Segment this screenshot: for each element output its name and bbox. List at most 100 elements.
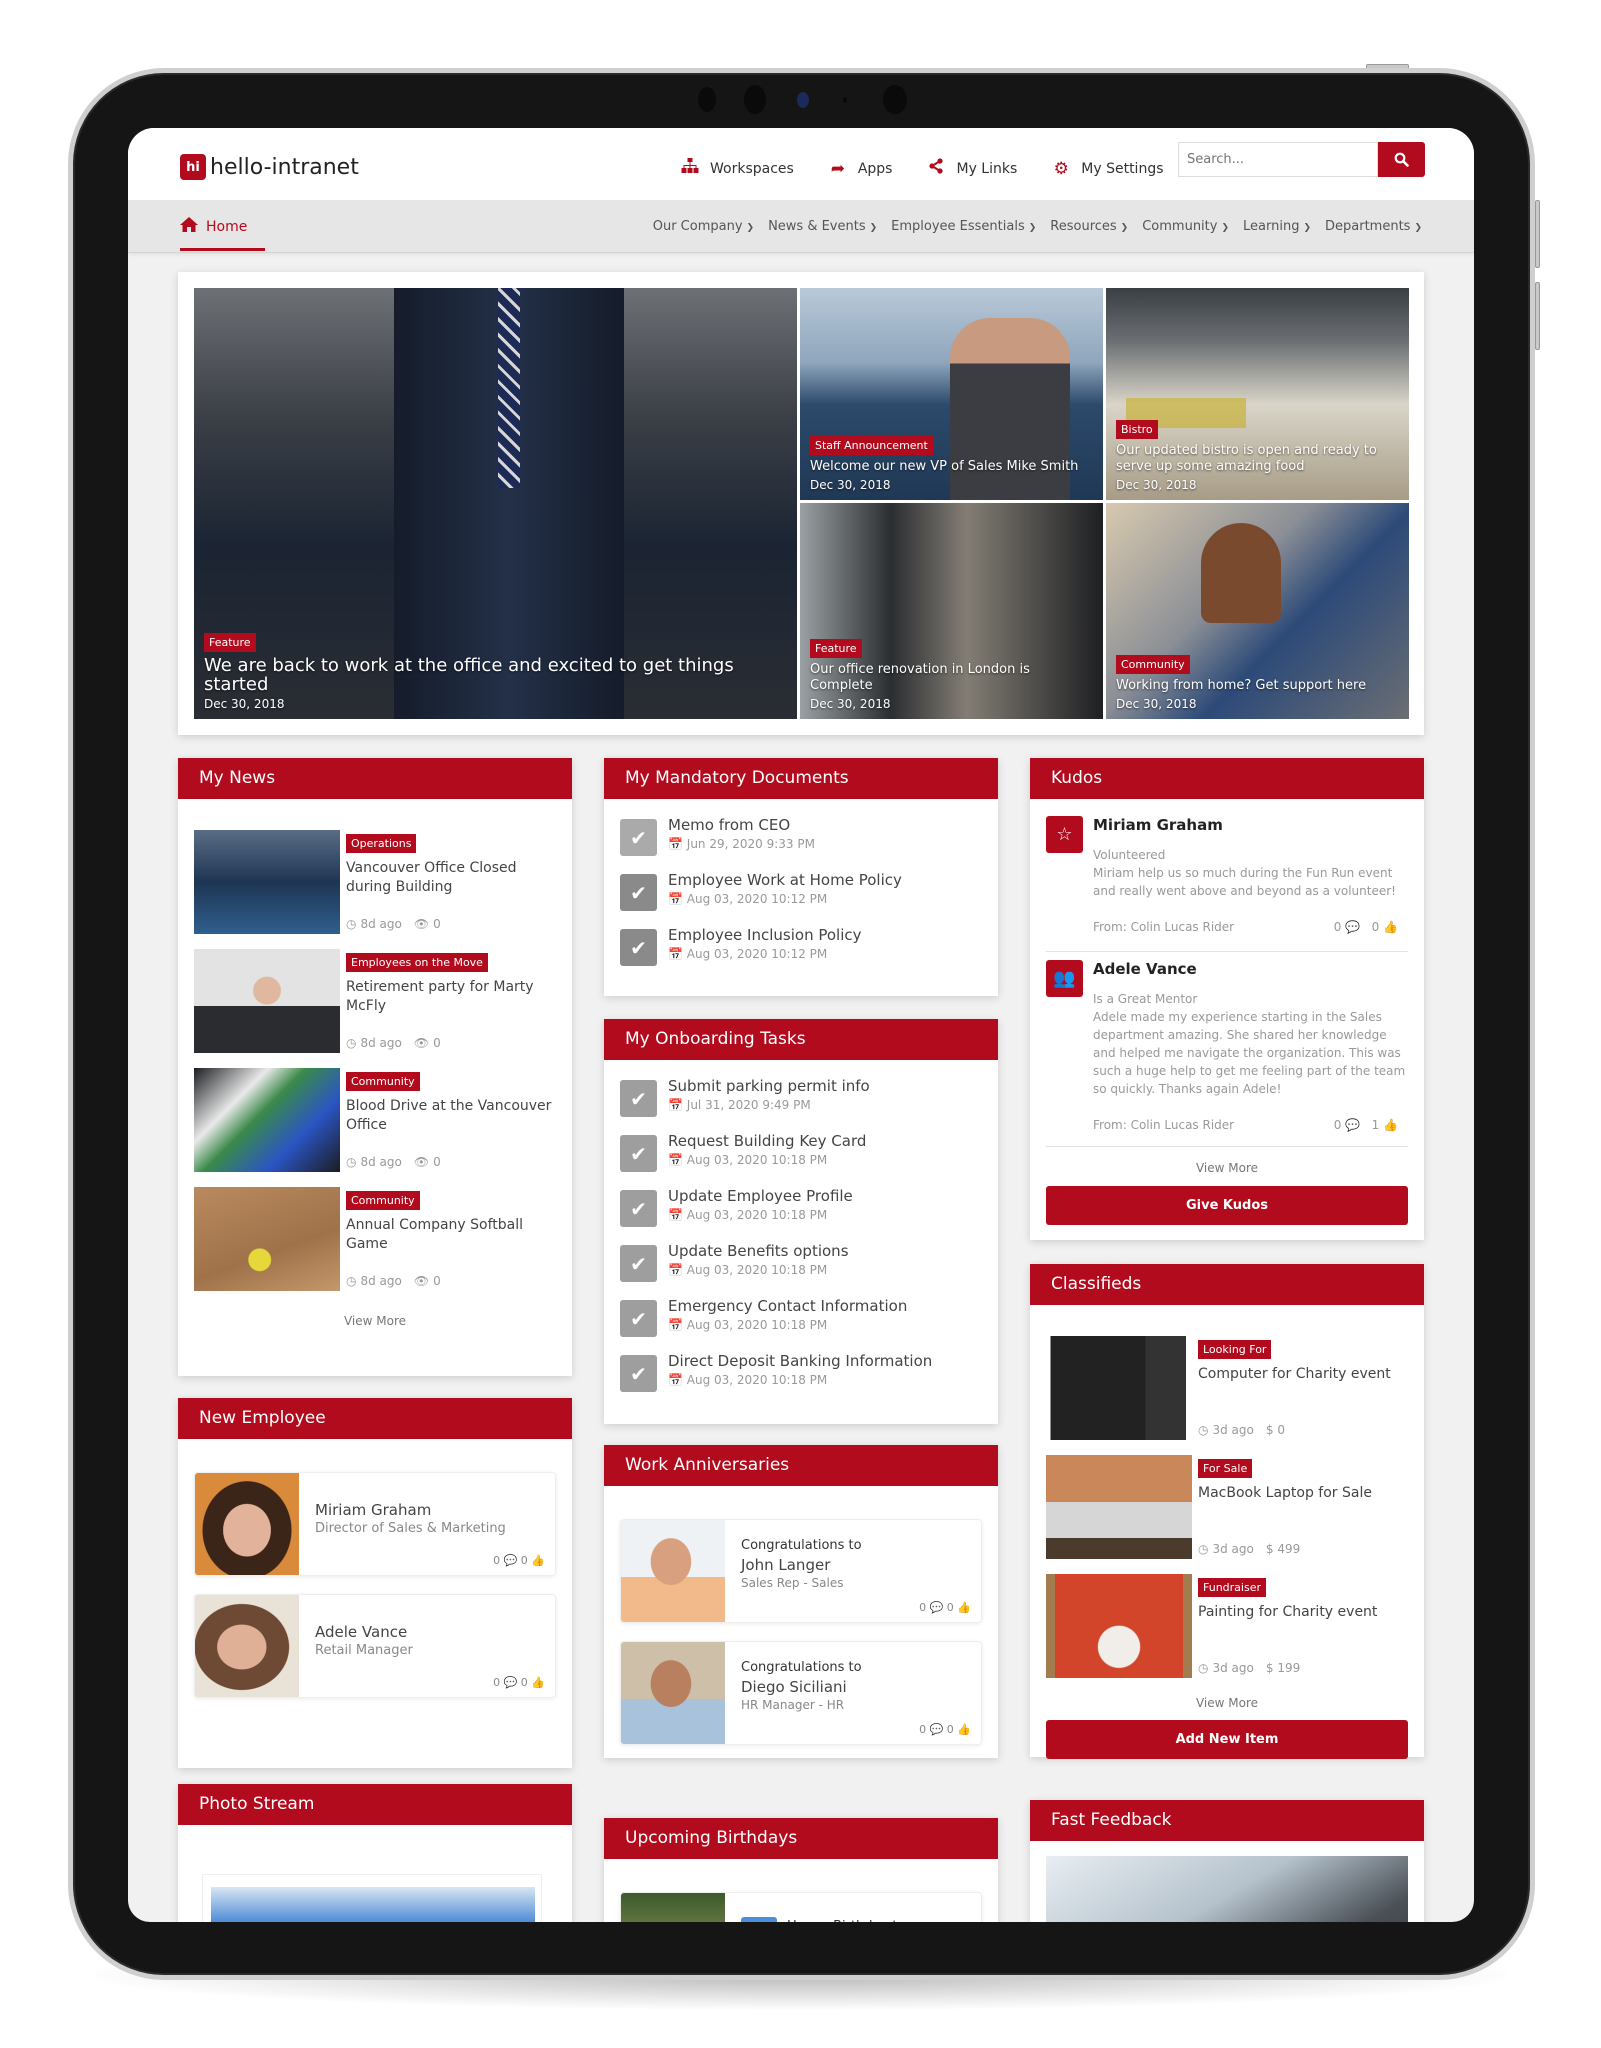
anniversary-card[interactable]: Congratulations to John Langer Sales Rep… xyxy=(620,1519,982,1623)
clock-icon: ◷ xyxy=(346,917,357,931)
panel-title: Photo Stream xyxy=(178,1784,572,1825)
clock-icon: ◷ xyxy=(346,1036,357,1050)
give-kudos-button[interactable]: Give Kudos xyxy=(1046,1186,1408,1225)
calendar-icon: 📅 xyxy=(668,1098,683,1112)
document-item[interactable]: ✔ Employee Work at Home Policy 📅 Aug 03,… xyxy=(620,871,990,915)
my-settings-link[interactable]: ⚙ My Settings xyxy=(1051,159,1164,179)
nav-our-company[interactable]: Our Company ❯ xyxy=(653,219,754,234)
work-anniversaries-panel: Work Anniversaries Congratulations to Jo… xyxy=(604,1445,998,1758)
date-text: Aug 03, 2020 10:12 PM xyxy=(686,892,828,906)
category-badge: Staff Announcement xyxy=(810,436,933,455)
kudos-item[interactable]: 👥 Adele Vance Is a Great Mentor Adele ma… xyxy=(1046,960,1408,1140)
kudos-recipient: Miriam Graham xyxy=(1093,816,1223,834)
task-date: 📅 Aug 03, 2020 10:18 PM xyxy=(668,1373,827,1387)
date-text: Aug 03, 2020 10:18 PM xyxy=(686,1263,828,1277)
checkbox-checked[interactable]: ✔ xyxy=(620,929,657,966)
birthday-card[interactable]: Happy Birthday to xyxy=(620,1892,982,1922)
classified-price: $ 199 xyxy=(1265,1661,1301,1675)
search-button[interactable] xyxy=(1378,142,1425,177)
person-name: John Langer xyxy=(741,1556,831,1574)
hero-main-tile[interactable]: Feature We are back to work at the offic… xyxy=(194,288,797,719)
category-badge: Bistro xyxy=(1116,420,1158,439)
employee-role: Director of Sales & Marketing xyxy=(315,1521,506,1536)
hero-tile[interactable]: Bistro Our updated bistro is open and re… xyxy=(1106,288,1409,500)
hero-tile[interactable]: Staff Announcement Welcome our new VP of… xyxy=(800,288,1103,500)
panel-title: Kudos xyxy=(1030,758,1424,799)
hero-tile[interactable]: Community Working from home? Get support… xyxy=(1106,503,1409,719)
like-count: 0 xyxy=(946,1601,954,1614)
screen: hi hello-intranet Workspaces ➦ Apps My L… xyxy=(128,128,1474,1922)
nav-employee-essentials[interactable]: Employee Essentials ❯ xyxy=(891,219,1036,234)
person-photo xyxy=(621,1642,725,1744)
apps-link[interactable]: ➦ Apps xyxy=(828,159,893,179)
task-date: 📅 Aug 03, 2020 10:18 PM xyxy=(668,1208,827,1222)
nav-label: Community xyxy=(1142,219,1218,234)
nav-news-events[interactable]: News & Events ❯ xyxy=(768,219,877,234)
document-title: Employee Inclusion Policy xyxy=(668,926,862,944)
nav-label: Our Company xyxy=(652,219,743,234)
onboarding-task[interactable]: ✔ Request Building Key Card 📅 Aug 03, 2020… xyxy=(620,1132,990,1176)
reaction-counts: 0 💬 0 👍 xyxy=(493,1554,545,1567)
nav-learning[interactable]: Learning ❯ xyxy=(1243,219,1311,234)
onboarding-task[interactable]: ✔ Update Benefits options 📅 Aug 03, 2020 1… xyxy=(620,1242,990,1286)
news-item[interactable]: Employees on the Move Retirement party f… xyxy=(194,949,554,1054)
add-new-item-button[interactable]: Add New Item xyxy=(1046,1720,1408,1759)
onboarding-task[interactable]: ✔ Update Employee Profile 📅 Aug 03, 2020 1… xyxy=(620,1187,990,1231)
classified-item[interactable]: Looking For Computer for Charity event ◷… xyxy=(1046,1336,1406,1441)
panel-title: Fast Feedback xyxy=(1030,1800,1424,1841)
checkbox-checked[interactable]: ✔ xyxy=(620,874,657,911)
kudos-message: Adele made my experience starting in the… xyxy=(1093,1010,1406,1096)
nav-departments[interactable]: Departments ❯ xyxy=(1325,219,1422,234)
clock-icon: ◷ xyxy=(1198,1661,1209,1675)
panel-title: My Onboarding Tasks xyxy=(604,1019,998,1060)
checkbox-checked[interactable]: ✔ xyxy=(620,1190,657,1227)
checkbox-checked[interactable]: ✔ xyxy=(620,1245,657,1282)
nav-community[interactable]: Community ❯ xyxy=(1142,219,1229,234)
hero-date: Dec 30, 2018 xyxy=(204,697,285,711)
news-title: Blood Drive at the Vancouver Office xyxy=(346,1098,552,1133)
employee-card[interactable]: Miriam Graham Director of Sales & Market… xyxy=(194,1472,556,1576)
feedback-image xyxy=(1046,1856,1408,1922)
nav-home[interactable]: Home xyxy=(180,217,247,236)
onboarding-task[interactable]: ✔ Emergency Contact Information 📅 Aug 03, … xyxy=(620,1297,990,1341)
view-more-link[interactable]: View More xyxy=(1030,1696,1424,1710)
kudos-item[interactable]: ☆ Miriam Graham Volunteered Miriam help … xyxy=(1046,816,1408,946)
news-thumbnail xyxy=(194,1068,340,1172)
anniversary-card[interactable]: Congratulations to Diego Siciliani HR Ma… xyxy=(620,1641,982,1745)
view-more-link[interactable]: View More xyxy=(178,1314,572,1328)
checkbox-checked[interactable]: ✔ xyxy=(620,1135,657,1172)
kudos-from: From: Colin Lucas Rider xyxy=(1093,1118,1235,1132)
checkbox-checked[interactable]: ✔ xyxy=(620,1300,657,1337)
news-title: Annual Company Softball Game xyxy=(346,1217,524,1252)
document-item[interactable]: ✔ Memo from CEO 📅 Jun 29, 2020 9:33 PM xyxy=(620,816,990,860)
star-icon: ☆ xyxy=(1046,816,1083,853)
onboarding-task[interactable]: ✔ Direct Deposit Banking Information 📅 Aug… xyxy=(620,1352,990,1396)
view-more-link[interactable]: View More xyxy=(1030,1161,1424,1175)
logo[interactable]: hi hello-intranet xyxy=(180,154,359,180)
workspaces-link[interactable]: Workspaces xyxy=(680,158,794,179)
news-item[interactable]: Operations Vancouver Office Closed durin… xyxy=(194,830,554,935)
employee-card[interactable]: Adele Vance Retail Manager 0 💬 0 👍 xyxy=(194,1594,556,1698)
news-item[interactable]: Community Blood Drive at the Vancouver O… xyxy=(194,1068,554,1173)
photo-card[interactable] xyxy=(202,1874,542,1922)
my-links-link[interactable]: My Links xyxy=(926,158,1017,179)
document-item[interactable]: ✔ Employee Inclusion Policy 📅 Aug 03, 20… xyxy=(620,926,990,970)
search-input[interactable] xyxy=(1178,142,1378,177)
onboarding-task[interactable]: ✔ Submit parking permit info 📅 Jul 31, 202… xyxy=(620,1077,990,1121)
employee-name: Miriam Graham xyxy=(315,1501,432,1519)
classified-item[interactable]: Fundraiser Painting for Charity event ◷ 3… xyxy=(1046,1574,1406,1679)
hero-tile[interactable]: Feature Our office renovation in London … xyxy=(800,503,1103,719)
checkbox-checked[interactable]: ✔ xyxy=(620,1080,657,1117)
sensor xyxy=(744,85,766,114)
news-meta: ◷ 8d ago 👁 0 xyxy=(346,1274,441,1288)
task-date: 📅 Aug 03, 2020 10:18 PM xyxy=(668,1318,827,1332)
nav-resources[interactable]: Resources ❯ xyxy=(1050,219,1128,234)
person-name: Diego Siciliani xyxy=(741,1678,847,1696)
news-item[interactable]: Community Annual Company Softball Game ◷… xyxy=(194,1187,554,1292)
search-icon xyxy=(1394,152,1409,167)
comment-count: 0 xyxy=(919,1601,927,1614)
nav-label: News & Events xyxy=(768,219,866,234)
classified-item[interactable]: For Sale MacBook Laptop for Sale ◷ 3d ago… xyxy=(1046,1455,1406,1560)
checkbox-checked[interactable]: ✔ xyxy=(620,819,657,856)
checkbox-checked[interactable]: ✔ xyxy=(620,1355,657,1392)
